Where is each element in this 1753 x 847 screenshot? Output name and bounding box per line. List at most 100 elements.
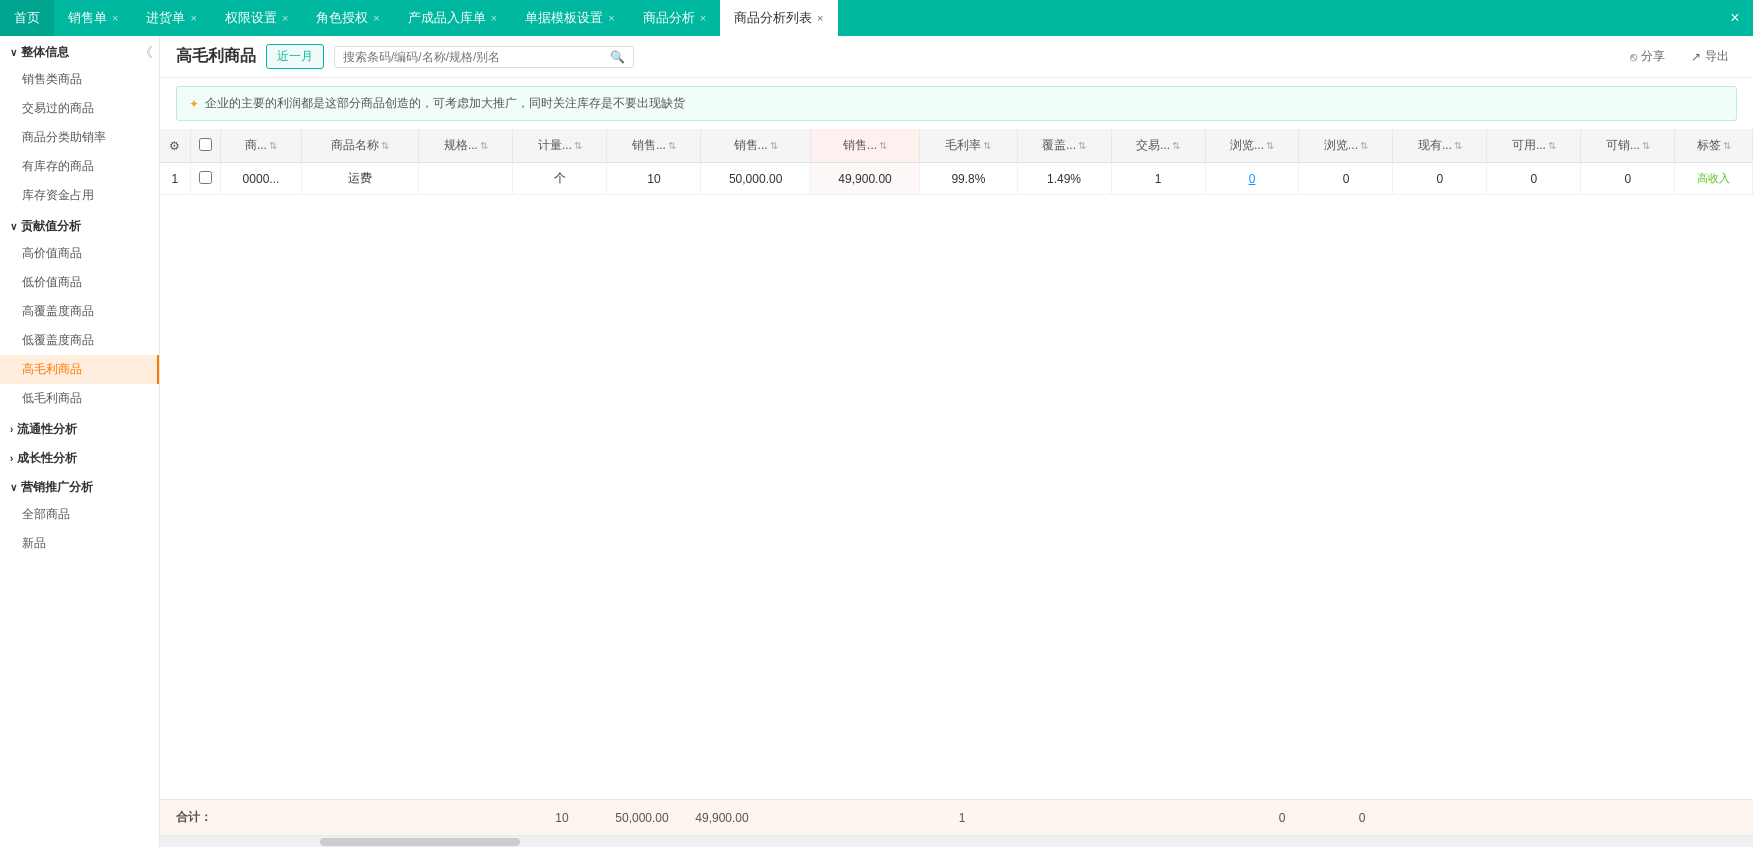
sidebar-group-growth-arrow: › bbox=[10, 453, 13, 464]
sidebar-group-overview[interactable]: ∨ 整体信息 bbox=[0, 36, 159, 65]
sidebar-item-traded-goods[interactable]: 交易过的商品 bbox=[0, 94, 159, 123]
cell-current-stock: 0 bbox=[1393, 163, 1487, 195]
col-coverage[interactable]: 覆盖...⇅ bbox=[1017, 129, 1111, 163]
data-table: ⚙ 商...⇅ 商品名称⇅ 规格...⇅ 计量...⇅ 销售...⇅ 销售...… bbox=[160, 129, 1753, 195]
nav-role-auth-close[interactable]: × bbox=[373, 12, 379, 24]
sidebar-item-high-coverage[interactable]: 高覆盖度商品 bbox=[0, 297, 159, 326]
share-icon: ⎋ bbox=[1630, 50, 1637, 64]
cell-sale-profit: 49,900.00 bbox=[810, 163, 919, 195]
footer-available-stock: 0 bbox=[1242, 811, 1322, 825]
cell-sale-qty: 10 bbox=[607, 163, 701, 195]
scrollbar-thumb[interactable] bbox=[320, 838, 520, 846]
nav-product-warehousing[interactable]: 产成品入库单 × bbox=[394, 0, 511, 36]
col-sale-qty[interactable]: 销售...⇅ bbox=[607, 129, 701, 163]
sidebar-item-high-margin[interactable]: 高毛利商品 bbox=[0, 355, 159, 384]
nav-permission-settings[interactable]: 权限设置 × bbox=[211, 0, 302, 36]
cell-available-stock: 0 bbox=[1487, 163, 1581, 195]
info-banner: ✦ 企业的主要的利润都是这部分商品创造的，可考虑加大推广，同时关注库存是不要出现… bbox=[176, 86, 1737, 121]
nav-product-analysis-list[interactable]: 商品分析列表 × bbox=[720, 0, 837, 36]
sidebar-item-high-value[interactable]: 高价值商品 bbox=[0, 239, 159, 268]
sidebar-item-low-margin[interactable]: 低毛利商品 bbox=[0, 384, 159, 413]
col-code[interactable]: 商...⇅ bbox=[220, 129, 302, 163]
nav-template-settings[interactable]: 单据模板设置 × bbox=[511, 0, 628, 36]
sidebar-group-liquidity[interactable]: › 流通性分析 bbox=[0, 413, 159, 442]
nav-close-all[interactable]: × bbox=[1717, 0, 1753, 36]
sidebar-item-sales-goods[interactable]: 销售类商品 bbox=[0, 65, 159, 94]
horizontal-scrollbar[interactable] bbox=[160, 835, 1753, 847]
sidebar-group-contribution-arrow: ∨ bbox=[10, 221, 17, 232]
sidebar-item-all-goods[interactable]: 全部商品 bbox=[0, 500, 159, 529]
cell-checkbox[interactable] bbox=[190, 163, 220, 195]
nav-purchase-order-close[interactable]: × bbox=[190, 12, 196, 24]
col-sale-amount[interactable]: 销售...⇅ bbox=[701, 129, 810, 163]
table-header-row: ⚙ 商...⇅ 商品名称⇅ 规格...⇅ 计量...⇅ 销售...⇅ 销售...… bbox=[160, 129, 1753, 163]
nav-purchase-order[interactable]: 进货单 × bbox=[132, 0, 210, 36]
footer-saleable-stock: 0 bbox=[1322, 811, 1402, 825]
export-button[interactable]: ↗ 导出 bbox=[1683, 45, 1737, 68]
footer-sale-qty: 10 bbox=[522, 811, 602, 825]
col-current-stock[interactable]: 现有...⇅ bbox=[1393, 129, 1487, 163]
sidebar-group-liquidity-arrow: › bbox=[10, 424, 13, 435]
col-unit[interactable]: 计量...⇅ bbox=[513, 129, 607, 163]
sidebar-group-overview-arrow: ∨ bbox=[10, 47, 17, 58]
search-icon[interactable]: 🔍 bbox=[610, 50, 625, 64]
cell-coverage: 1.49% bbox=[1017, 163, 1111, 195]
nav-product-analysis[interactable]: 商品分析 × bbox=[629, 0, 720, 36]
nav-sales-order-close[interactable]: × bbox=[112, 12, 118, 24]
nav-home[interactable]: 首页 bbox=[0, 0, 54, 36]
row-checkbox[interactable] bbox=[199, 171, 212, 184]
col-gear[interactable]: ⚙ bbox=[160, 129, 190, 163]
nav-permission-settings-close[interactable]: × bbox=[282, 12, 288, 24]
footer-trade-times: 1 bbox=[922, 811, 1002, 825]
sidebar-item-stocked-goods[interactable]: 有库存的商品 bbox=[0, 152, 159, 181]
select-all-checkbox[interactable] bbox=[199, 138, 212, 151]
sidebar-group-growth[interactable]: › 成长性分析 bbox=[0, 442, 159, 471]
cell-saleable-stock: 0 bbox=[1581, 163, 1675, 195]
nav-sales-order[interactable]: 销售单 × bbox=[54, 0, 132, 36]
export-icon: ↗ bbox=[1691, 50, 1701, 64]
footer-sale-amount: 50,000.00 bbox=[602, 811, 682, 825]
col-trade-times[interactable]: 交易...⇅ bbox=[1111, 129, 1205, 163]
cell-browse1[interactable]: 0 bbox=[1205, 163, 1299, 195]
info-icon: ✦ bbox=[189, 97, 199, 111]
sidebar-item-low-value[interactable]: 低价值商品 bbox=[0, 268, 159, 297]
cell-spec bbox=[419, 163, 513, 195]
sidebar-item-new-goods[interactable]: 新品 bbox=[0, 529, 159, 558]
col-browse2[interactable]: 浏览...⇅ bbox=[1299, 129, 1393, 163]
table-row: 1 0000... 运费 个 10 50,000.00 49,900.00 99… bbox=[160, 163, 1753, 195]
search-input[interactable] bbox=[343, 50, 610, 64]
nav-product-warehousing-close[interactable]: × bbox=[491, 12, 497, 24]
col-available-stock[interactable]: 可用...⇅ bbox=[1487, 129, 1581, 163]
sidebar-group-marketing[interactable]: ∨ 营销推广分析 bbox=[0, 471, 159, 500]
col-name[interactable]: 商品名称⇅ bbox=[302, 129, 419, 163]
cell-num: 1 bbox=[160, 163, 190, 195]
col-gross-margin[interactable]: 毛利率⇅ bbox=[920, 129, 1017, 163]
cell-sale-amount: 50,000.00 bbox=[701, 163, 810, 195]
filter-btn-recent-month[interactable]: 近一月 bbox=[266, 44, 324, 69]
footer-label: 合计： bbox=[176, 809, 212, 826]
sidebar-collapse-btn[interactable]: 《 bbox=[139, 44, 153, 62]
col-spec[interactable]: 规格...⇅ bbox=[419, 129, 513, 163]
footer-sale-profit: 49,900.00 bbox=[682, 811, 762, 825]
cell-browse2: 0 bbox=[1299, 163, 1393, 195]
col-saleable-stock[interactable]: 可销...⇅ bbox=[1581, 129, 1675, 163]
cell-name: 运费 bbox=[302, 163, 419, 195]
nav-product-analysis-list-close[interactable]: × bbox=[817, 12, 823, 24]
sidebar-item-category-assist-rate[interactable]: 商品分类助销率 bbox=[0, 123, 159, 152]
cell-trade-times: 1 bbox=[1111, 163, 1205, 195]
nav-product-analysis-close[interactable]: × bbox=[700, 12, 706, 24]
nav-template-settings-close[interactable]: × bbox=[608, 12, 614, 24]
col-sale-profit[interactable]: 销售...⇅ bbox=[810, 129, 919, 163]
col-checkbox[interactable] bbox=[190, 129, 220, 163]
col-tag[interactable]: 标签⇅ bbox=[1675, 129, 1753, 163]
sidebar-group-contribution[interactable]: ∨ 贡献值分析 bbox=[0, 210, 159, 239]
nav-role-auth[interactable]: 角色授权 × bbox=[302, 0, 393, 36]
sidebar-item-low-coverage[interactable]: 低覆盖度商品 bbox=[0, 326, 159, 355]
cell-tag: 高收入 bbox=[1675, 163, 1753, 195]
share-button[interactable]: ⎋ 分享 bbox=[1622, 45, 1673, 68]
page-title: 高毛利商品 bbox=[176, 46, 256, 67]
cell-unit: 个 bbox=[513, 163, 607, 195]
content-header: 高毛利商品 近一月 🔍 ⎋ 分享 ↗ 导出 bbox=[160, 36, 1753, 78]
col-browse1[interactable]: 浏览...⇅ bbox=[1205, 129, 1299, 163]
sidebar-item-stock-capital[interactable]: 库存资金占用 bbox=[0, 181, 159, 210]
